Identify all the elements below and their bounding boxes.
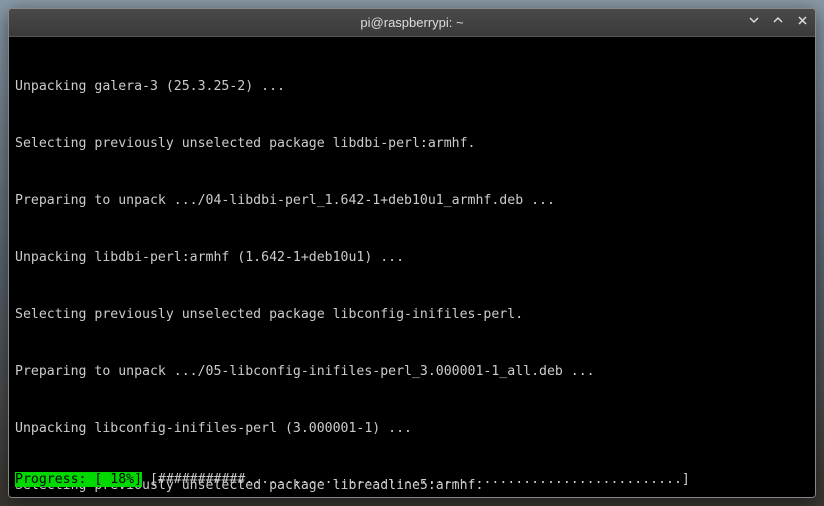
terminal-body[interactable]: Unpacking galera-3 (25.3.25-2) ... Selec…: [9, 37, 815, 497]
progress-status: Progress: [ 18%] [###########...........…: [15, 470, 698, 489]
output-line: Selecting previously unselected package …: [15, 305, 809, 324]
terminal-window: pi@raspberrypi: ~ Unpacking galera-3 (25…: [8, 8, 816, 498]
terminal-output: Unpacking galera-3 (25.3.25-2) ... Selec…: [15, 39, 809, 497]
progress-bar: [###########............................…: [142, 472, 698, 487]
output-line: Unpacking libdbi-perl:armhf (1.642-1+deb…: [15, 248, 809, 267]
output-line: Preparing to unpack .../05-libconfig-ini…: [15, 362, 809, 381]
progress-percent: Progress: [ 18%]: [15, 472, 142, 487]
minimize-button[interactable]: [747, 13, 761, 27]
titlebar[interactable]: pi@raspberrypi: ~: [9, 9, 815, 37]
output-line: Selecting previously unselected package …: [15, 134, 809, 153]
maximize-button[interactable]: [771, 13, 785, 27]
close-icon: [797, 15, 808, 26]
chevron-down-icon: [748, 14, 760, 26]
chevron-up-icon: [772, 14, 784, 26]
window-title: pi@raspberrypi: ~: [360, 15, 463, 30]
window-controls: [747, 13, 809, 27]
output-line: Unpacking libconfig-inifiles-perl (3.000…: [15, 419, 809, 438]
output-line: Unpacking galera-3 (25.3.25-2) ...: [15, 77, 809, 96]
output-line: Preparing to unpack .../04-libdbi-perl_1…: [15, 191, 809, 210]
close-button[interactable]: [795, 13, 809, 27]
